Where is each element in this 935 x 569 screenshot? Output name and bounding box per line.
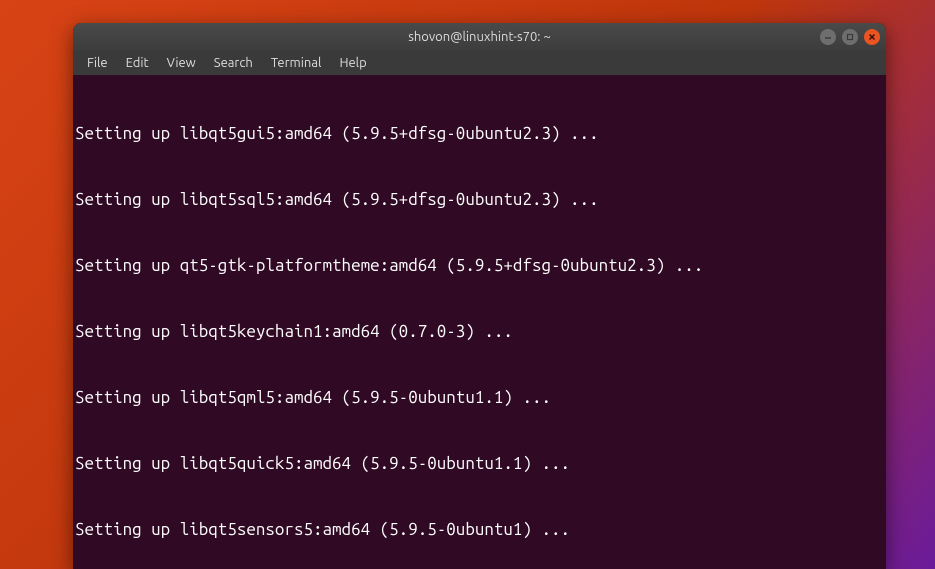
- output-line: Setting up libqt5gui5:amd64 (5.9.5+dfsg-…: [75, 123, 884, 145]
- close-button[interactable]: [864, 29, 880, 45]
- output-line: Setting up libqt5qml5:amd64 (5.9.5-0ubun…: [75, 387, 884, 409]
- terminal-window: shovon@linuxhint-s70: ~ File Edit View S…: [73, 23, 886, 569]
- menu-view[interactable]: View: [159, 54, 204, 72]
- maximize-icon: [846, 33, 854, 41]
- menu-search[interactable]: Search: [206, 54, 261, 72]
- menu-terminal[interactable]: Terminal: [263, 54, 330, 72]
- output-line: Setting up libqt5quick5:amd64 (5.9.5-0ub…: [75, 453, 884, 475]
- maximize-button[interactable]: [842, 29, 858, 45]
- menu-edit[interactable]: Edit: [118, 54, 157, 72]
- window-title: shovon@linuxhint-s70: ~: [408, 30, 551, 44]
- menu-help[interactable]: Help: [331, 54, 374, 72]
- terminal-output[interactable]: Setting up libqt5gui5:amd64 (5.9.5+dfsg-…: [73, 75, 886, 569]
- minimize-icon: [824, 33, 832, 41]
- close-icon: [868, 33, 876, 41]
- output-line: Setting up libqt5keychain1:amd64 (0.7.0-…: [75, 321, 884, 343]
- minimize-button[interactable]: [820, 29, 836, 45]
- output-line: Setting up libqt5sql5:amd64 (5.9.5+dfsg-…: [75, 189, 884, 211]
- window-controls: [820, 29, 880, 45]
- output-line: Setting up libqt5sensors5:amd64 (5.9.5-0…: [75, 519, 884, 541]
- output-line: Setting up qt5-gtk-platformtheme:amd64 (…: [75, 255, 884, 277]
- menu-file[interactable]: File: [79, 54, 116, 72]
- window-titlebar[interactable]: shovon@linuxhint-s70: ~: [73, 23, 886, 51]
- menubar: File Edit View Search Terminal Help: [73, 51, 886, 75]
